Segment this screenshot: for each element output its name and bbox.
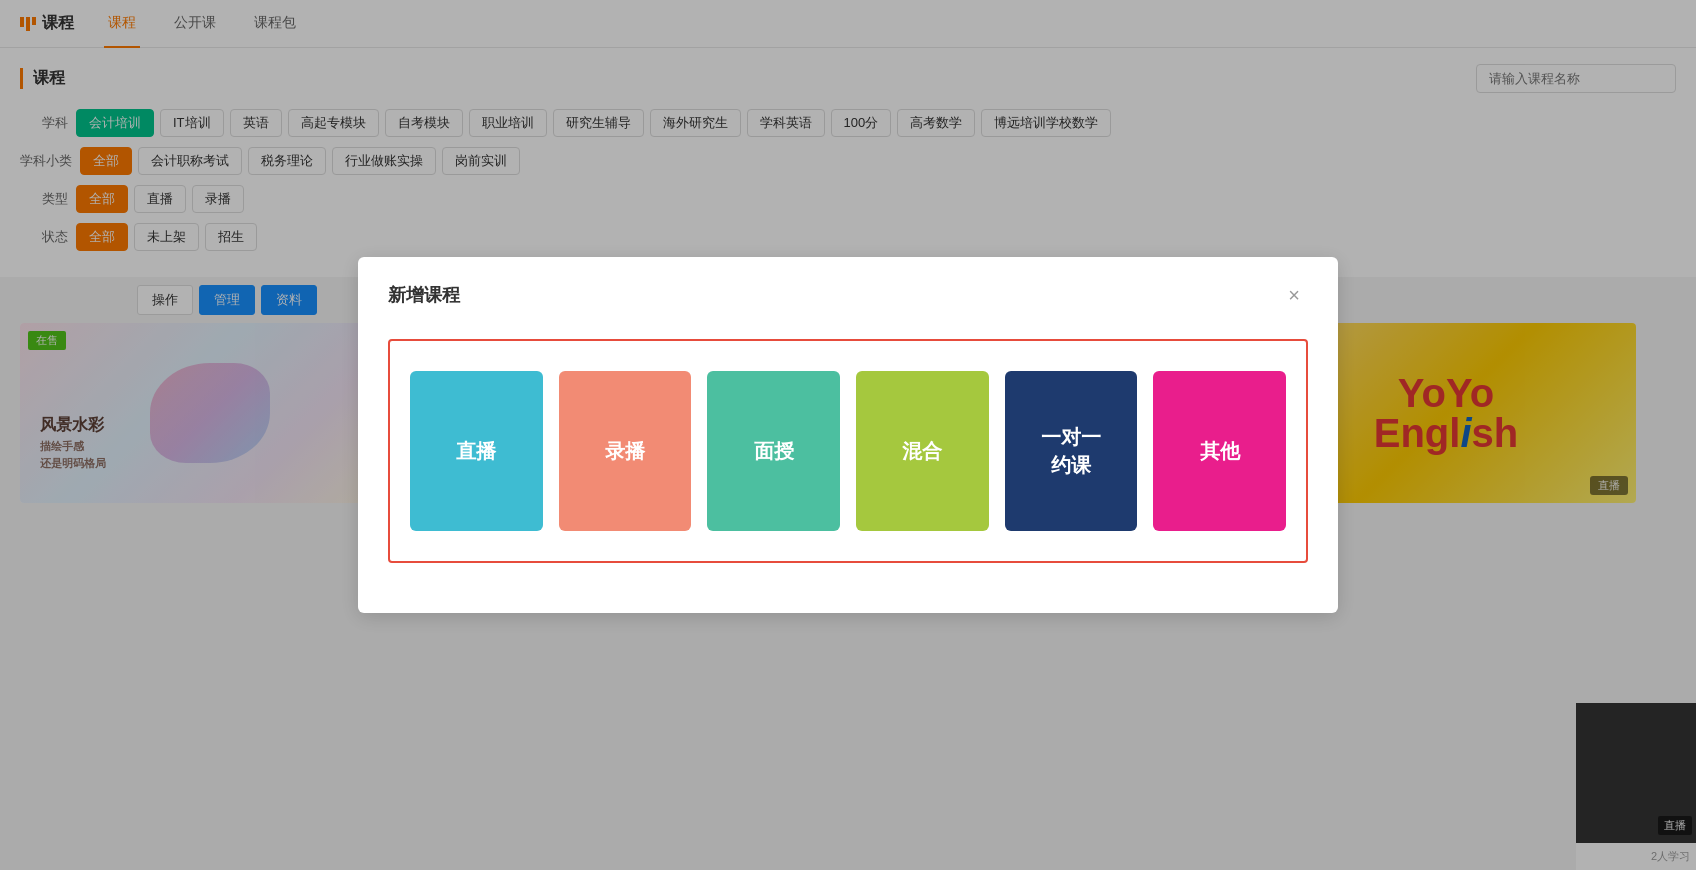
course-type-live[interactable]: 直播 (410, 371, 543, 531)
course-type-one-on-one[interactable]: 一对一 约课 (1005, 371, 1138, 531)
course-type-face[interactable]: 面授 (707, 371, 840, 531)
course-type-recorded[interactable]: 录播 (559, 371, 692, 531)
modal-close-button[interactable]: × (1280, 281, 1308, 309)
course-type-other[interactable]: 其他 (1153, 371, 1286, 531)
add-course-modal: 新增课程 × 直播 录播 面授 混合 (358, 257, 1338, 613)
modal-overlay: 新增课程 × 直播 录播 面授 混合 (0, 0, 1696, 870)
course-type-grid: 直播 录播 面授 混合 一对一 约课 (388, 339, 1308, 563)
modal-header: 新增课程 × (388, 281, 1308, 309)
modal-title: 新增课程 (388, 283, 460, 307)
course-type-mixed[interactable]: 混合 (856, 371, 989, 531)
